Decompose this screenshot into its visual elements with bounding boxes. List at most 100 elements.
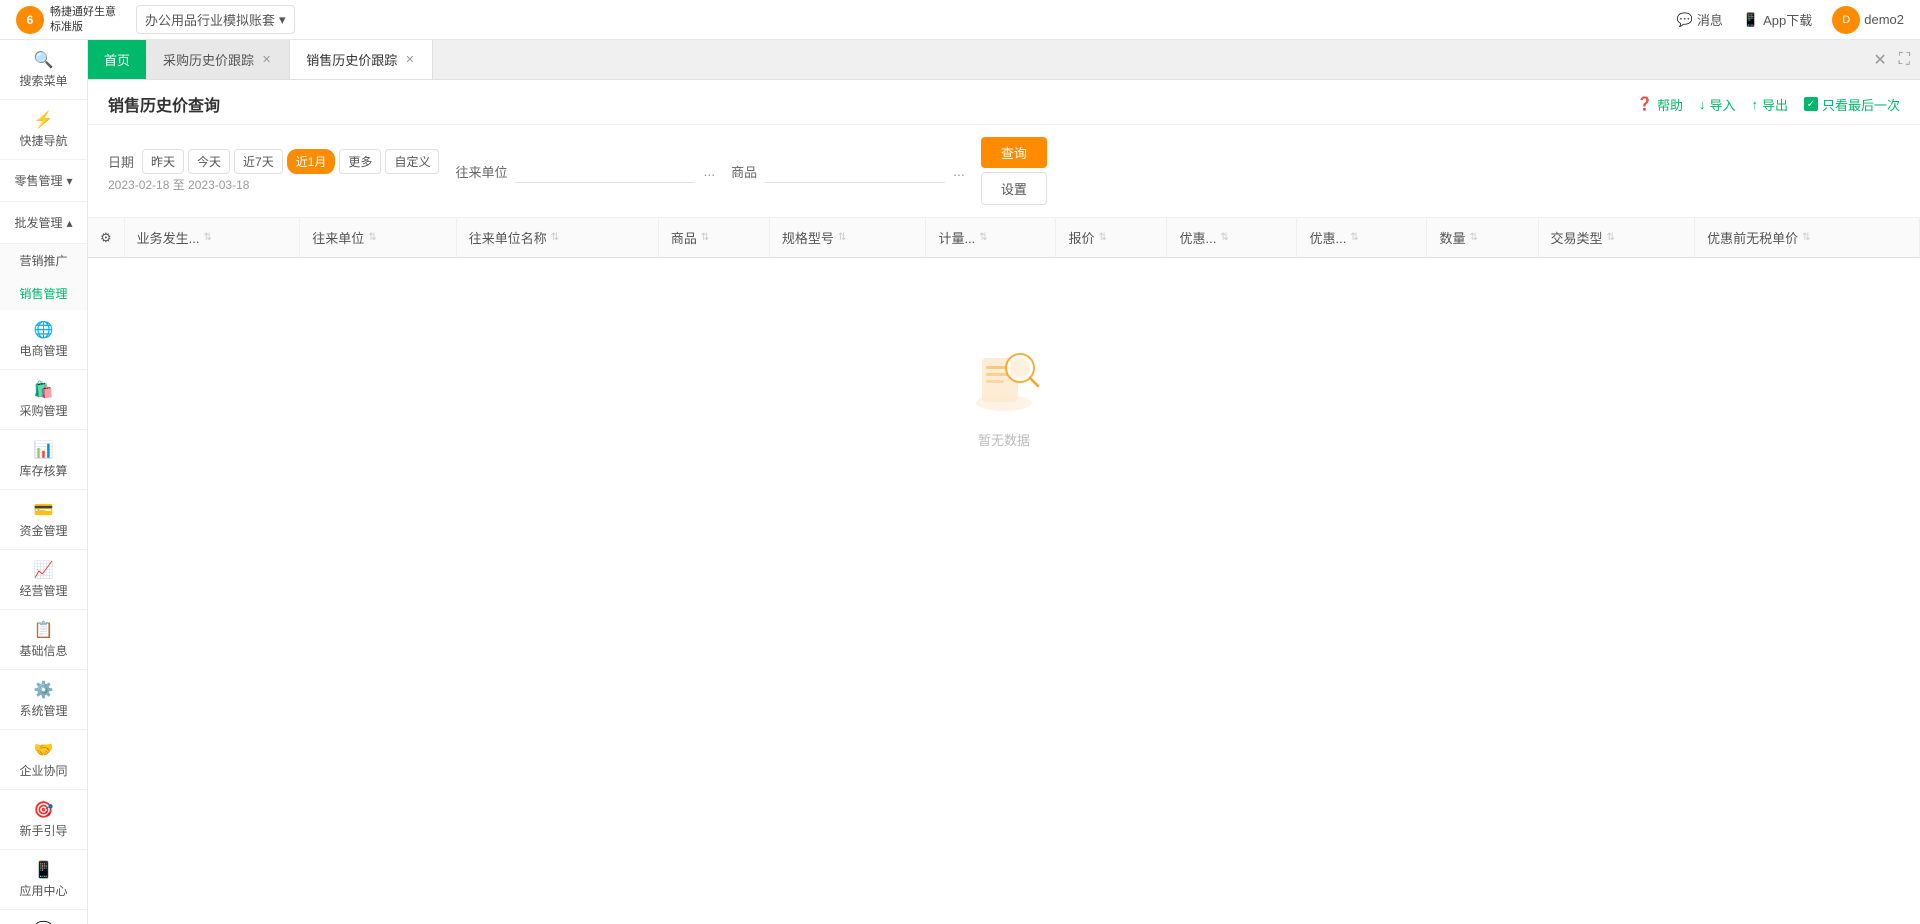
sidebar-item-marketing[interactable]: 营销推广 xyxy=(0,244,87,277)
sidebar-item-new-guide[interactable]: 🎯 新手引导 xyxy=(0,790,87,850)
product-input[interactable] xyxy=(765,159,945,183)
product-label: 商品 xyxy=(731,162,757,181)
table-header-biz-date[interactable]: 业务发生... ⇅ xyxy=(124,218,300,258)
main-layout: 🔍 搜索菜单 ⚡ 快捷导航 零售管理 ▾ 批发管理 ▴ 营销推广 销售管理 🌐 … xyxy=(0,40,1920,924)
page-header-actions: ❓ 帮助 ↓ 导入 ↑ 导出 ✓ 只看最后一次 xyxy=(1637,95,1900,114)
export-btn[interactable]: ↑ 导出 xyxy=(1751,95,1788,114)
sidebar-item-inventory[interactable]: 📊 库存核算 xyxy=(0,430,87,490)
tab-home[interactable]: 首页 xyxy=(88,40,147,79)
action-buttons: 查询 设置 xyxy=(981,137,1047,205)
sidebar-item-wholesale-mgmt[interactable]: 批发管理 ▴ xyxy=(0,202,87,244)
tab-sales-history[interactable]: 销售历史价跟踪 ✕ xyxy=(290,40,433,79)
table-header-gear[interactable]: ⚙ xyxy=(88,218,124,258)
clipboard-icon: 📋 xyxy=(34,620,54,640)
date-range-display: 2023-02-18 至 2023-03-18 xyxy=(108,176,439,193)
sidebar-item-enterprise-wechat[interactable]: 💬 企业微信 xyxy=(0,910,87,924)
only-last-checkbox-area[interactable]: ✓ 只看最后一次 xyxy=(1804,95,1900,114)
download-icon: 📱 xyxy=(1743,12,1759,28)
table-header-spec[interactable]: 规格型号 ⇅ xyxy=(769,218,926,258)
sidebar-item-ecommerce[interactable]: 🌐 电商管理 xyxy=(0,310,87,370)
sort-icon: ⇅ xyxy=(1802,232,1810,243)
date-btn-today[interactable]: 今天 xyxy=(188,149,230,174)
date-btn-last1m[interactable]: 近1月 xyxy=(287,149,336,174)
table-header-pretax-price[interactable]: 优惠前无税单价 ⇅ xyxy=(1695,218,1920,258)
partner-dots-btn[interactable]: ... xyxy=(703,163,715,179)
date-btn-more[interactable]: 更多 xyxy=(339,149,381,174)
sidebar-item-purchase[interactable]: 🛍️ 采购管理 xyxy=(0,370,87,430)
sidebar-item-quick-nav[interactable]: ⚡ 快捷导航 xyxy=(0,100,87,160)
target-icon: 🎯 xyxy=(34,800,54,820)
sort-icon: ⇅ xyxy=(1350,232,1358,243)
lightning-icon: ⚡ xyxy=(34,110,54,130)
table-header-discount1[interactable]: 优惠... ⇅ xyxy=(1167,218,1297,258)
search-icon: 🔍 xyxy=(34,50,54,70)
sidebar-item-basic-info[interactable]: 📋 基础信息 xyxy=(0,610,87,670)
settings-button[interactable]: 设置 xyxy=(981,172,1047,205)
tab-bar-actions: ✕ ⛶ xyxy=(1863,40,1920,79)
page-content: 销售历史价查询 ❓ 帮助 ↓ 导入 ↑ 导出 ✓ xyxy=(88,80,1920,924)
sidebar-item-operations[interactable]: 📈 经营管理 xyxy=(0,550,87,610)
help-icon: ❓ xyxy=(1637,96,1653,112)
product-filter-group: 商品 ... xyxy=(731,159,965,183)
partner-label: 往来单位 xyxy=(455,162,507,181)
sort-icon: ⇅ xyxy=(1098,232,1106,243)
app-selector[interactable]: 办公用品行业模拟账套 ▾ xyxy=(136,5,295,34)
product-dots-btn[interactable]: ... xyxy=(953,163,965,179)
table-header-quantity[interactable]: 数量 ⇅ xyxy=(1427,218,1538,258)
content-area: 首页 采购历史价跟踪 ✕ 销售历史价跟踪 ✕ ✕ ⛶ 销售历史价查询 xyxy=(88,40,1920,924)
filter-area: 日期 昨天 今天 近7天 近1月 更多 自定义 2023-02-18 至 202… xyxy=(88,125,1920,218)
import-btn[interactable]: ↓ 导入 xyxy=(1699,95,1736,114)
logo-text: 畅捷通好生意 标准版 xyxy=(50,5,116,34)
sort-icon: ⇅ xyxy=(701,232,709,243)
sidebar-item-search-menu[interactable]: 🔍 搜索菜单 xyxy=(0,40,87,100)
tab-bar: 首页 采购历史价跟踪 ✕ 销售历史价跟踪 ✕ ✕ ⛶ xyxy=(88,40,1920,80)
page-header: 销售历史价查询 ❓ 帮助 ↓ 导入 ↑ 导出 ✓ xyxy=(88,80,1920,125)
user-menu[interactable]: D demo2 xyxy=(1832,6,1904,34)
chart-icon: 📊 xyxy=(34,440,54,460)
sidebar-item-finance[interactable]: 💳 资金管理 xyxy=(0,490,87,550)
table-header-price[interactable]: 报价 ⇅ xyxy=(1056,218,1167,258)
sidebar-item-system[interactable]: ⚙️ 系统管理 xyxy=(0,670,87,730)
data-table: ⚙ 业务发生... ⇅ 往来单位 xyxy=(88,218,1920,258)
close-sales-history-tab[interactable]: ✕ xyxy=(403,51,416,68)
close-purchase-history-tab[interactable]: ✕ xyxy=(260,51,273,68)
sidebar-submenu-wholesale: 营销推广 销售管理 xyxy=(0,244,87,310)
sort-icon: ⇅ xyxy=(979,232,987,243)
app-download-btn[interactable]: 📱 App下载 xyxy=(1743,10,1812,29)
sidebar-item-enterprise-coop[interactable]: 🤝 企业协同 xyxy=(0,730,87,790)
table-header-product[interactable]: 商品 ⇅ xyxy=(658,218,769,258)
table-header-partner-name[interactable]: 往来单位名称 ⇅ xyxy=(456,218,658,258)
date-btn-custom[interactable]: 自定义 xyxy=(385,149,439,174)
gear-icon: ⚙ xyxy=(100,230,112,245)
table-header-unit[interactable]: 计量... ⇅ xyxy=(926,218,1056,258)
card-icon: 💳 xyxy=(34,500,54,520)
table-area: ⚙ 业务发生... ⇅ 往来单位 xyxy=(88,218,1920,529)
sidebar-item-app-center[interactable]: 📱 应用中心 xyxy=(0,850,87,910)
sort-icon: ⇅ xyxy=(838,232,846,243)
date-btn-yesterday[interactable]: 昨天 xyxy=(142,149,184,174)
partner-filter-group: 往来单位 ... xyxy=(455,159,715,183)
wechat-icon: 💬 xyxy=(34,920,54,924)
query-button[interactable]: 查询 xyxy=(981,137,1047,168)
trend-icon: 📈 xyxy=(34,560,54,580)
table-header-discount2[interactable]: 优惠... ⇅ xyxy=(1297,218,1427,258)
date-filter-group: 日期 昨天 今天 近7天 近1月 更多 自定义 2023-02-18 至 202… xyxy=(108,149,439,193)
only-last-checkbox[interactable]: ✓ xyxy=(1804,97,1818,111)
date-btn-last7[interactable]: 近7天 xyxy=(234,149,283,174)
logo-area: 6 畅捷通好生意 标准版 xyxy=(16,5,116,34)
date-buttons-group: 昨天 今天 近7天 近1月 更多 自定义 xyxy=(142,149,439,174)
help-btn[interactable]: ❓ 帮助 xyxy=(1637,95,1683,114)
message-icon: 💬 xyxy=(1677,12,1693,28)
message-btn[interactable]: 💬 消息 xyxy=(1677,10,1723,29)
chevron-up-icon: ▴ xyxy=(66,216,72,230)
table-header-row: ⚙ 业务发生... ⇅ 往来单位 xyxy=(88,218,1920,258)
close-all-tabs-btn[interactable]: ✕ xyxy=(1871,48,1888,72)
tab-purchase-history[interactable]: 采购历史价跟踪 ✕ xyxy=(147,40,290,79)
table-header-partner-code[interactable]: 往来单位 ⇅ xyxy=(300,218,457,258)
maximize-btn[interactable]: ⛶ xyxy=(1897,49,1912,71)
table-header-trade-type[interactable]: 交易类型 ⇅ xyxy=(1538,218,1695,258)
partner-input[interactable] xyxy=(515,159,695,183)
sidebar: 🔍 搜索菜单 ⚡ 快捷导航 零售管理 ▾ 批发管理 ▴ 营销推广 销售管理 🌐 … xyxy=(0,40,88,924)
sidebar-item-retail-mgmt[interactable]: 零售管理 ▾ xyxy=(0,160,87,202)
sidebar-item-sales-mgmt[interactable]: 销售管理 xyxy=(0,277,87,310)
